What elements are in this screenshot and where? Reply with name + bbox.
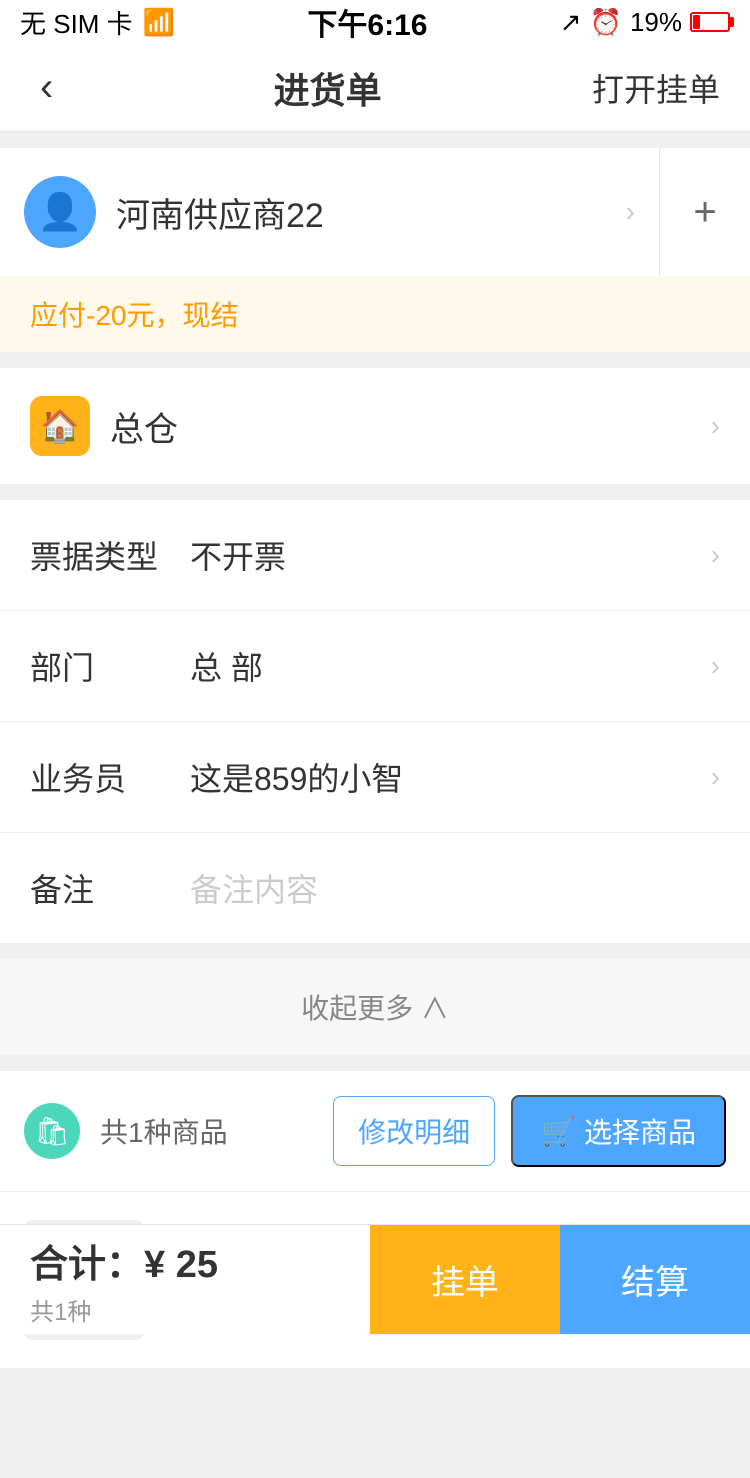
supplier-row[interactable]: 👤 河南供应商22 ›	[0, 148, 660, 276]
dept-value: 总 部	[190, 643, 711, 689]
user-icon: 👤	[38, 191, 83, 233]
select-icon: 🛒	[541, 1115, 576, 1148]
hang-button[interactable]: 挂单	[370, 1225, 560, 1334]
status-left: 无 SIM 卡 📶	[20, 4, 175, 41]
carrier-text: 无 SIM 卡	[20, 4, 133, 41]
settle-button[interactable]: 结算	[560, 1225, 750, 1334]
status-bar: 无 SIM 卡 📶 下午6:16 ↗ ⏰ 19%	[0, 0, 750, 44]
remark-row[interactable]: 备注 备注内容	[0, 833, 750, 943]
total-value: ¥ 25	[144, 1244, 218, 1286]
warehouse-icon: 🏠	[30, 396, 90, 456]
warehouse-name: 总仓	[110, 402, 711, 451]
supplier-section: 👤 河南供应商22 › +	[0, 148, 750, 276]
remark-placeholder: 备注内容	[190, 865, 720, 911]
total-section: 合计：¥ 25 共1种	[0, 1225, 370, 1334]
battery-percent: 19%	[630, 7, 682, 38]
remark-label: 备注	[30, 865, 190, 911]
warehouse-row[interactable]: 🏠 总仓 ›	[0, 368, 750, 484]
home-icon: 🏠	[40, 407, 80, 445]
collapse-button[interactable]: 收起更多 ∧	[0, 959, 750, 1055]
page-title: 进货单	[274, 62, 382, 114]
location-icon: ↗	[560, 7, 582, 38]
invoice-row[interactable]: 票据类型 不开票 ›	[0, 500, 750, 611]
chevron-right-icon: ›	[626, 196, 635, 228]
total-sub: 共1种	[30, 1292, 340, 1327]
invoice-value: 不开票	[190, 532, 711, 578]
status-right: ↗ ⏰ 19%	[560, 7, 730, 38]
chevron-right-icon: ›	[711, 650, 720, 682]
notice-bar: 应付-20元，现结	[0, 276, 750, 352]
wifi-icon: 📶	[143, 7, 175, 38]
sales-value: 这是859的小智	[190, 754, 711, 800]
product-header: 🛍 共1种商品 修改明细 🛒 选择商品	[0, 1071, 750, 1192]
chevron-right-icon: ›	[711, 539, 720, 571]
chevron-right-icon: ›	[711, 761, 720, 793]
supplier-avatar: 👤	[24, 176, 96, 248]
cart-icon: 🛍	[24, 1103, 80, 1159]
sales-label: 业务员	[30, 754, 190, 800]
product-count: 共1种商品	[100, 1111, 333, 1151]
total-label: 合计：	[30, 1244, 144, 1286]
sales-row[interactable]: 业务员 这是859的小智 ›	[0, 722, 750, 833]
invoice-label: 票据类型	[30, 532, 190, 578]
edit-detail-button[interactable]: 修改明细	[333, 1096, 495, 1166]
chevron-right-icon: ›	[711, 410, 720, 442]
select-btn-label: 选择商品	[584, 1111, 696, 1151]
select-product-button[interactable]: 🛒 选择商品	[511, 1095, 726, 1167]
nav-bar: ‹ 进货单 打开挂单	[0, 44, 750, 132]
back-button[interactable]: ‹	[30, 55, 63, 120]
total-amount: 合计：¥ 25	[30, 1233, 340, 1288]
bag-icon: 🛍	[34, 1115, 70, 1148]
alarm-icon: ⏰	[590, 7, 622, 38]
add-supplier-button[interactable]: +	[660, 148, 750, 276]
form-section: 票据类型 不开票 › 部门 总 部 › 业务员 这是859的小智 › 备注 备注…	[0, 500, 750, 943]
supplier-name: 河南供应商22	[116, 188, 626, 237]
bottom-bar: 合计：¥ 25 共1种 挂单 结算	[0, 1224, 750, 1334]
battery-icon	[690, 12, 730, 32]
dept-label: 部门	[30, 643, 190, 689]
open-hang-button[interactable]: 打开挂单	[592, 65, 720, 111]
status-time: 下午6:16	[307, 0, 427, 44]
dept-row[interactable]: 部门 总 部 ›	[0, 611, 750, 722]
